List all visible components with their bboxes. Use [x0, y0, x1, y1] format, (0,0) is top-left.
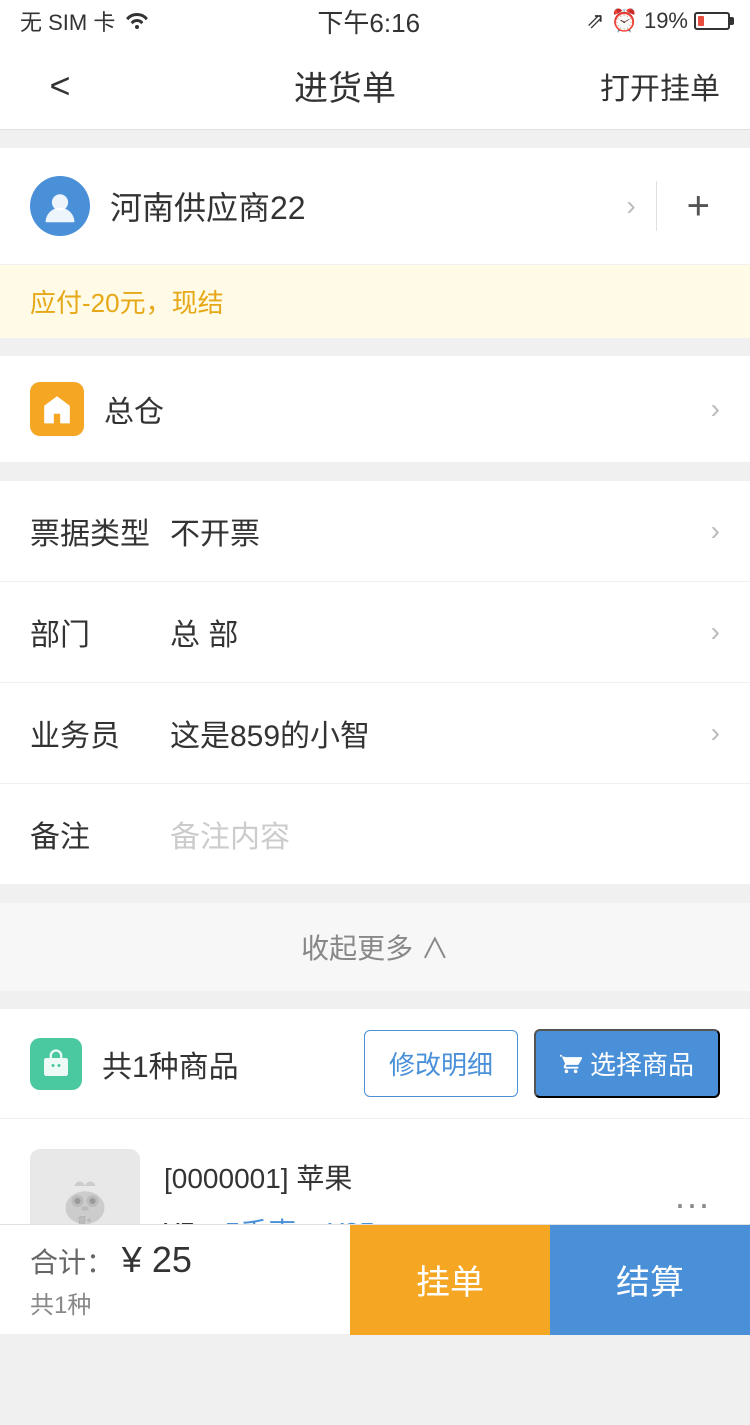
edit-detail-button[interactable]: 修改明细 [364, 1030, 518, 1097]
salesperson-value: 这是859的小智 [170, 711, 711, 755]
salesperson-chevron-icon: › [711, 717, 720, 749]
product-count-label: 共1种商品 [102, 1042, 364, 1086]
total-section: 合计： ¥ 25 共1种 [0, 1239, 350, 1320]
total-amount: ¥ 25 [122, 1239, 192, 1280]
invoice-type-row[interactable]: 票据类型 不开票 › [0, 481, 750, 582]
warehouse-icon [30, 382, 84, 436]
products-header: 共1种商品 修改明细 选择商品 [0, 1009, 750, 1119]
battery-percent: 19% [644, 8, 688, 34]
warehouse-card: 总仓 › [0, 356, 750, 463]
invoice-type-label: 票据类型 [30, 509, 170, 553]
department-row[interactable]: 部门 总 部 › [0, 582, 750, 683]
form-card: 票据类型 不开票 › 部门 总 部 › 业务员 这是859的小智 › 备注 备注… [0, 481, 750, 885]
product-name: [0000001] 苹果 [164, 1157, 664, 1197]
total-label: 合计： [30, 1247, 114, 1278]
bottom-bar: 合计： ¥ 25 共1种 挂单 结算 [0, 1224, 750, 1334]
supplier-row[interactable]: 河南供应商22 › + [0, 148, 750, 265]
department-chevron-icon: › [711, 616, 720, 648]
add-supplier-button[interactable]: + [677, 184, 720, 229]
back-button[interactable]: < [30, 56, 90, 116]
department-value: 总 部 [170, 610, 711, 654]
status-time: 下午6:16 [317, 3, 420, 40]
supplier-notice: 应付-20元，现结 [0, 265, 750, 338]
supplier-name: 河南供应商22 [110, 183, 616, 229]
product-more-button[interactable]: ··· [664, 1183, 720, 1225]
product-code: [0000001] [164, 1163, 289, 1194]
products-icon [30, 1038, 82, 1090]
alarm-icon: ⏰ [611, 8, 638, 34]
select-product-button[interactable]: 选择商品 [534, 1029, 720, 1098]
location-icon: ⇗ [586, 8, 604, 34]
salesperson-label: 业务员 [30, 711, 170, 755]
invoice-type-value: 不开票 [170, 509, 711, 553]
status-bar: 无 SIM 卡 下午6:16 ⇗ ⏰ 19% [0, 0, 750, 42]
battery-icon [694, 12, 730, 30]
status-right: ⇗ ⏰ 19% [586, 8, 730, 34]
checkout-button[interactable]: 结算 [550, 1225, 750, 1335]
supplier-chevron-icon: › [626, 190, 635, 222]
open-hang-button[interactable]: 打开挂单 [600, 64, 720, 108]
nav-bar: < 进货单 打开挂单 [0, 42, 750, 130]
warehouse-name: 总仓 [104, 387, 701, 431]
carrier-text: 无 SIM 卡 [20, 5, 115, 37]
cart-icon [560, 1053, 582, 1075]
warehouse-row[interactable]: 总仓 › [0, 356, 750, 463]
select-product-label: 选择商品 [590, 1045, 694, 1082]
total-count: 共1种 [30, 1285, 320, 1320]
total-row: 合计： ¥ 25 [30, 1239, 320, 1281]
supplier-divider [656, 181, 657, 231]
status-left: 无 SIM 卡 [20, 5, 151, 37]
product-title: 苹果 [296, 1163, 352, 1194]
collapse-button[interactable]: 收起更多 ∧ [0, 903, 750, 991]
warehouse-chevron-icon: › [711, 393, 720, 425]
supplier-avatar [30, 176, 90, 236]
remark-row[interactable]: 备注 备注内容 [0, 784, 750, 885]
wifi-icon [123, 7, 151, 35]
salesperson-row[interactable]: 业务员 这是859的小智 › [0, 683, 750, 784]
page-title: 进货单 [294, 61, 396, 110]
remark-input[interactable]: 备注内容 [170, 812, 720, 856]
supplier-card: 河南供应商22 › + 应付-20元，现结 [0, 148, 750, 338]
invoice-type-chevron-icon: › [711, 515, 720, 547]
department-label: 部门 [30, 610, 170, 654]
remark-label: 备注 [30, 812, 170, 856]
hang-button[interactable]: 挂单 [350, 1225, 550, 1335]
